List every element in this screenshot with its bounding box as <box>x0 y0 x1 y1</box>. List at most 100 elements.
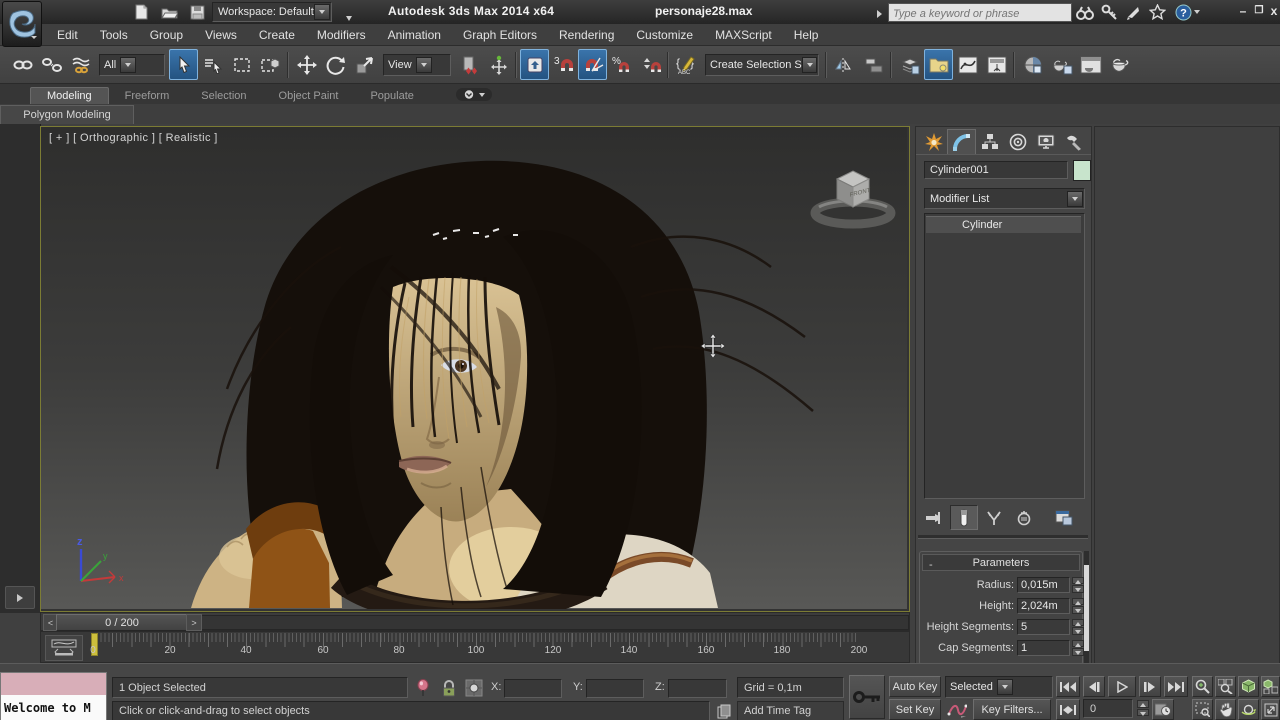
menu-help[interactable]: Help <box>783 24 830 46</box>
coord-system-arrow[interactable] <box>415 56 432 73</box>
curve-editor-button[interactable] <box>953 49 982 80</box>
select-and-move-button[interactable] <box>292 49 321 80</box>
select-and-rotate-button[interactable] <box>321 49 350 80</box>
schematic-view-button[interactable] <box>982 49 1011 80</box>
menu-animation[interactable]: Animation <box>377 24 452 46</box>
time-slider-handle[interactable]: 0 / 200 <box>56 614 188 631</box>
selection-filter-arrow[interactable] <box>120 56 137 73</box>
edit-named-selection-sets-button[interactable]: {} ABC <box>672 49 701 80</box>
time-slider[interactable]: < 0 / 200 > <box>40 612 910 631</box>
modifier-list-dropdown[interactable]: Modifier List <box>924 188 1085 209</box>
x-coordinate-field[interactable] <box>504 679 562 698</box>
cap-segments-field[interactable]: 1 <box>1017 639 1070 656</box>
keyboard-shortcut-override-button[interactable] <box>520 49 549 80</box>
cap-segments-spinner[interactable] <box>1072 639 1084 656</box>
add-time-tag-button[interactable]: Add Time Tag <box>737 701 844 720</box>
menu-tools[interactable]: Tools <box>89 24 139 46</box>
tab-create[interactable] <box>919 129 948 155</box>
pan-view-button[interactable] <box>1215 699 1236 720</box>
key-filters-button[interactable]: Key Filters... <box>973 699 1051 720</box>
previous-frame-button[interactable] <box>1083 676 1105 697</box>
minimize-button[interactable]: – <box>1236 4 1250 18</box>
open-file-button[interactable] <box>158 3 180 21</box>
zoom-region-button[interactable] <box>1192 699 1213 720</box>
percent-snap-toggle-button[interactable]: % <box>607 49 636 80</box>
menu-graph-editors[interactable]: Graph Editors <box>452 24 548 46</box>
help-dropdown-caret[interactable] <box>1193 10 1200 14</box>
menu-edit[interactable]: Edit <box>46 24 89 46</box>
close-button[interactable]: x <box>1267 4 1280 18</box>
render-production-button[interactable] <box>1105 49 1134 80</box>
y-coordinate-field[interactable] <box>586 679 644 698</box>
transform-lock-toggle[interactable] <box>440 678 458 698</box>
height-spinner[interactable] <box>1072 597 1084 614</box>
radius-field[interactable]: 0,015m <box>1017 576 1070 593</box>
parameters-rollout-header[interactable]: - Parameters <box>922 554 1080 571</box>
select-object-button[interactable] <box>169 49 198 80</box>
viewport[interactable]: [ + ] [ Orthographic ] [ Realistic ] FRO… <box>40 126 910 625</box>
selection-lock-toggle[interactable] <box>413 678 433 698</box>
menu-rendering[interactable]: Rendering <box>548 24 625 46</box>
maximize-viewport-toggle[interactable] <box>1261 699 1280 720</box>
zoom-button[interactable] <box>1192 676 1213 697</box>
communication-center-button[interactable] <box>1122 2 1144 22</box>
workspace-dropdown[interactable]: Workspace: Default <box>212 2 332 22</box>
help-button[interactable]: ? <box>1172 2 1202 22</box>
time-configuration-button[interactable] <box>1152 699 1174 720</box>
tab-utilities[interactable] <box>1059 129 1088 155</box>
height-segments-spinner[interactable] <box>1072 618 1084 635</box>
application-menu-button[interactable] <box>2 1 42 47</box>
tab-display[interactable] <box>1031 129 1060 155</box>
menu-views[interactable]: Views <box>194 24 248 46</box>
align-button[interactable] <box>859 49 888 80</box>
z-coordinate-field[interactable] <box>668 679 727 698</box>
pin-stack-button[interactable] <box>920 505 948 530</box>
stack-item-cylinder[interactable]: Cylinder <box>926 216 1081 233</box>
tab-motion[interactable] <box>1003 129 1032 155</box>
rollout-scrollbar-thumb[interactable] <box>1084 565 1089 651</box>
layer-manager-button[interactable] <box>895 49 924 80</box>
new-file-button[interactable] <box>130 3 152 21</box>
welcome-window-titlebar[interactable] <box>1 673 106 696</box>
make-unique-button[interactable] <box>980 505 1008 530</box>
angle-snap-toggle-button[interactable] <box>578 49 607 80</box>
named-sets-arrow[interactable] <box>802 56 817 73</box>
selection-filter-dropdown[interactable]: All <box>99 53 165 76</box>
zoom-all-button[interactable] <box>1215 676 1236 697</box>
search-input[interactable] <box>889 5 1079 23</box>
ribbon-tab-modeling[interactable]: Modeling <box>30 87 109 104</box>
reference-coordinate-dropdown[interactable]: View <box>383 53 451 76</box>
configure-modifier-sets-button[interactable] <box>1050 505 1078 530</box>
tab-hierarchy[interactable] <box>975 129 1004 155</box>
go-to-end-button[interactable] <box>1164 676 1188 697</box>
height-segments-field[interactable]: 5 <box>1017 618 1070 635</box>
rollout-scrollbar[interactable] <box>1084 551 1089 663</box>
isolate-selection-toggle[interactable] <box>714 701 734 720</box>
zoom-extents-button[interactable] <box>1238 676 1259 697</box>
key-mode-toggle-button[interactable] <box>1056 699 1080 720</box>
scene-explorer-button[interactable] <box>924 49 953 80</box>
render-setup-button[interactable] <box>1047 49 1076 80</box>
next-frame-arrow[interactable]: > <box>186 614 202 631</box>
polygon-modeling-panel-tab[interactable]: Polygon Modeling <box>0 105 134 125</box>
welcome-window-body[interactable]: Welcome to M <box>1 695 106 720</box>
viewport-canvas[interactable]: FRONT z y x <box>41 127 907 625</box>
search-communities-button[interactable] <box>1074 2 1096 22</box>
auto-key-button[interactable]: Auto Key <box>889 676 941 697</box>
panel-divider[interactable] <box>918 535 1088 539</box>
menu-maxscript[interactable]: MAXScript <box>704 24 783 46</box>
next-frame-button[interactable] <box>1139 676 1161 697</box>
radius-spinner[interactable] <box>1072 576 1084 593</box>
use-pivot-point-button[interactable] <box>455 49 484 80</box>
open-mini-curve-editor-button[interactable] <box>45 635 83 661</box>
default-in-out-tangents-button[interactable] <box>945 699 969 720</box>
menu-customize[interactable]: Customize <box>625 24 704 46</box>
search-box[interactable] <box>888 3 1079 23</box>
select-by-name-button[interactable] <box>198 49 227 80</box>
ribbon-tab-object-paint[interactable]: Object Paint <box>263 88 355 104</box>
absolute-offset-mode-toggle[interactable] <box>464 678 484 698</box>
viewport-label[interactable]: [ + ] [ Orthographic ] [ Realistic ] <box>49 132 218 144</box>
remove-modifier-button[interactable] <box>1010 505 1038 530</box>
unlink-selection-button[interactable] <box>37 49 66 80</box>
set-key-button[interactable]: Set Key <box>889 699 941 720</box>
